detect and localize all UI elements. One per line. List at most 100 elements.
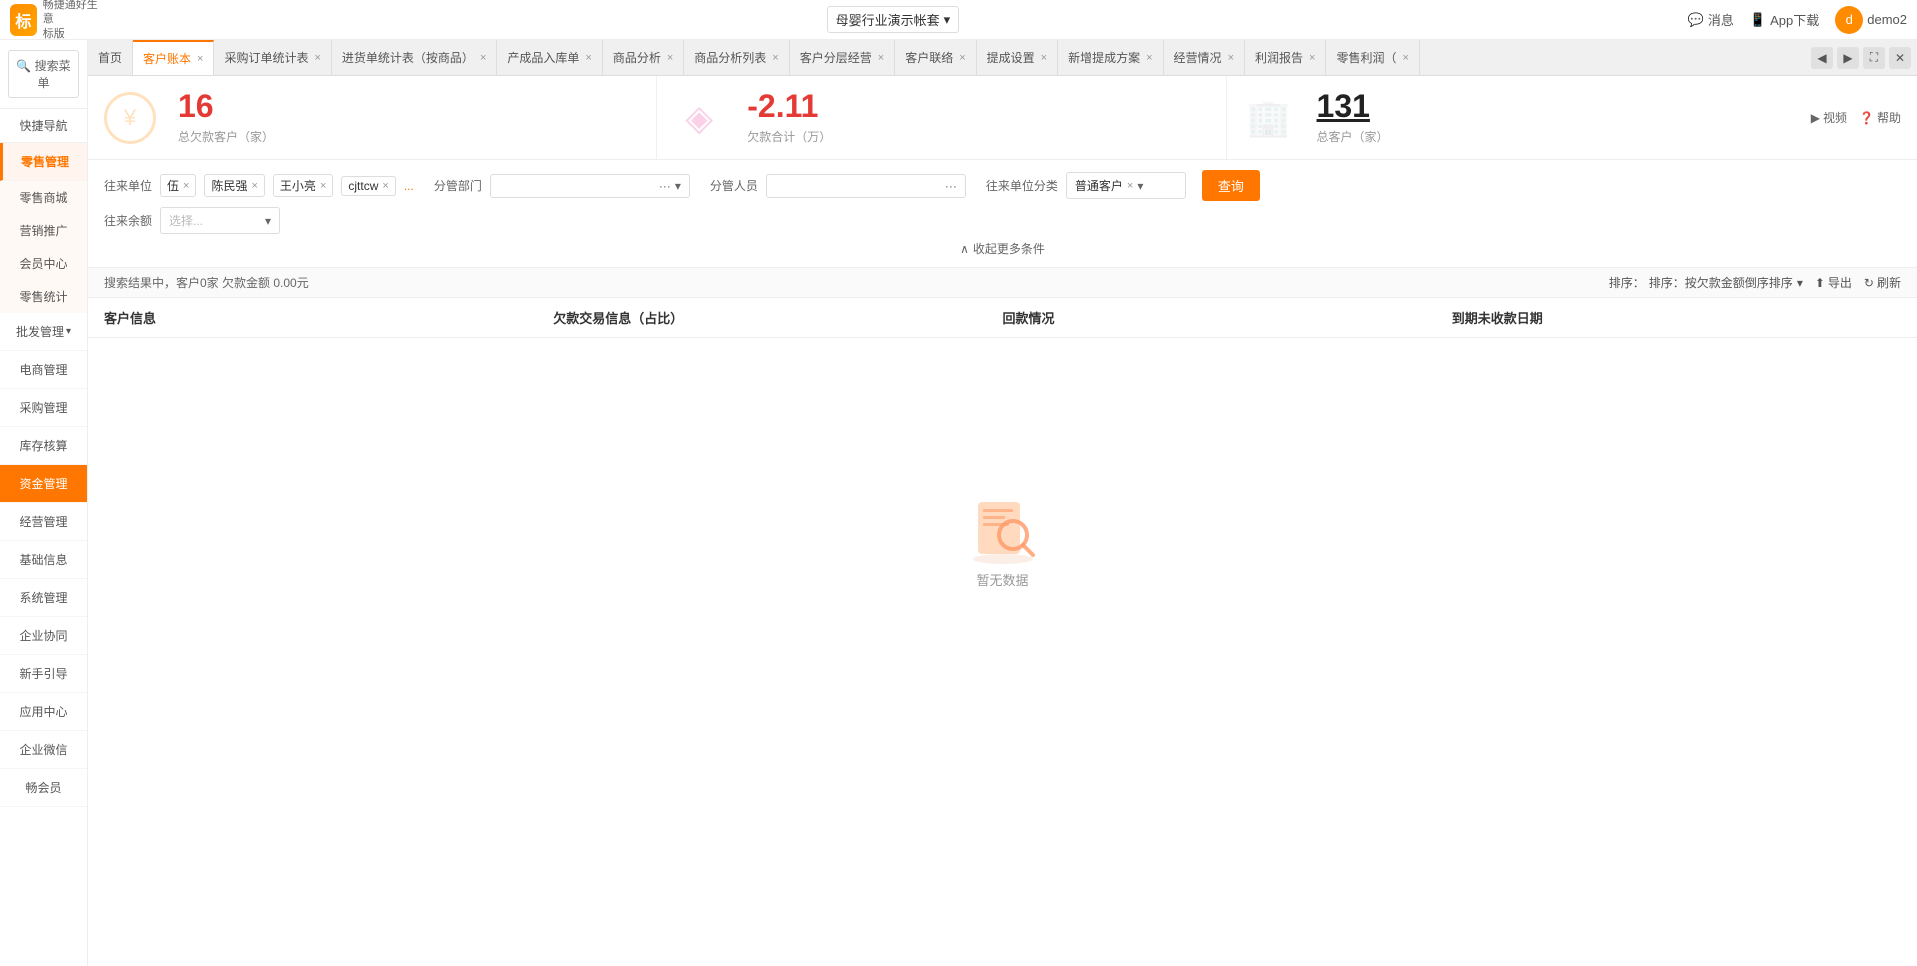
credit-filter-label: 往来余额 [104,212,152,229]
sidebar-item-ecommerce[interactable]: 电商管理 [0,351,87,389]
tab-close-product-analysis[interactable]: × [667,52,673,64]
main-layout: 🔍 搜索菜单 快捷导航 零售管理 零售商城 营销推广 会员中心 零售 [0,40,1917,966]
tab-next-btn[interactable]: ▶ [1837,47,1859,69]
tab-purchase-orders[interactable]: 采购订单统计表 × [214,40,331,75]
stat-icon-debt: ◈ [673,92,725,144]
tab-close-customer-contact[interactable]: × [959,52,965,64]
sidebar-item-retail-mgmt[interactable]: 零售管理 [0,143,87,181]
search-icon: 🔍 [16,59,34,73]
user-avatar-area[interactable]: d demo2 [1835,6,1907,34]
tag-close-2[interactable]: × [251,180,257,192]
collapse-btn[interactable]: ∧ 收起更多条件 [104,240,1901,257]
tab-new-improve[interactable]: 新增提成方案 × [1058,40,1163,75]
sidebar-item-basic-info[interactable]: 基础信息 [0,541,87,579]
stat-block-total: 🏢 131 总客户（家） [1227,76,1795,159]
sidebar-item-inventory[interactable]: 库存核算 [0,427,87,465]
unit-type-tag-close[interactable]: × [1127,180,1133,192]
tab-customer-segment[interactable]: 客户分层经营 × [790,40,895,75]
tab-close-product-analysis-list[interactable]: × [772,52,778,64]
export-btn[interactable]: ⬆ 导出 [1815,274,1852,291]
sort-select[interactable]: 排序： 排序：按欠款金额倒序排序 ▾ [1609,274,1803,291]
filter-more-tags-btn[interactable]: ... [404,179,414,193]
table-body: 暂无数据 [88,338,1917,738]
tabs-bar: 首页 客户账本 × 采购订单统计表 × 进货单统计表（按商品） × 产成品入库单… [88,40,1917,76]
logo-text: 畅捷通好生意 标版 [43,0,98,41]
video-btn[interactable]: ▶ 视频 [1811,109,1847,126]
sidebar-item-corp-wechat[interactable]: 企业微信 [0,731,87,769]
tab-customers[interactable]: 客户账本 × [133,40,214,75]
tab-close-new-improve[interactable]: × [1146,52,1152,64]
table-col-customer: 客户信息 [104,308,553,327]
sidebar-item-sys-mgmt[interactable]: 系统管理 [0,579,87,617]
credit-filter-select[interactable]: 选择... ▾ [160,207,280,234]
message-btn[interactable]: 💬 消息 [1688,10,1734,29]
tab-close-purchase-orders[interactable]: × [314,52,320,64]
sidebar-item-purchase[interactable]: 采购管理 [0,389,87,427]
tag-close-4[interactable]: × [382,180,388,192]
tab-inbound[interactable]: 产成品入库单 × [497,40,602,75]
table-col-repayment: 回款情况 [1003,308,1452,327]
chevron-down-icon: ▾ [1797,276,1803,290]
sidebar-item-app-center[interactable]: 应用中心 [0,693,87,731]
help-btn[interactable]: ❓ 帮助 [1859,109,1901,126]
search-menu-btn[interactable]: 🔍 搜索菜单 [8,50,79,98]
tab-stock-stats[interactable]: 进货单统计表（按商品） × [332,40,497,75]
sidebar-item-batch-mgmt[interactable]: 批发管理 ▾ [0,313,87,351]
query-btn[interactable]: 查询 [1202,170,1260,201]
table-header: 客户信息 欠款交易信息（占比） 回款情况 到期未收款日期 [88,298,1917,338]
unit-type-filter-select[interactable]: 普通客户 × ▾ [1066,172,1186,199]
stat-icon-total: 🏢 [1243,92,1295,144]
tab-close-retail-profit[interactable]: × [1402,52,1408,64]
tab-home[interactable]: 首页 [88,40,133,75]
app-download-btn[interactable]: 📱 App下载 [1750,10,1819,29]
tag-close-1[interactable]: × [183,180,189,192]
person-filter-label: 分管人员 [710,177,758,194]
tab-close-customers[interactable]: × [197,53,203,65]
tab-close-stock-stats[interactable]: × [480,52,486,64]
filter-tag-2: 陈民强 × [204,174,264,197]
chevron-down-icon: ▾ [1137,179,1143,193]
filter-row-2: 往来余额 选择... ▾ [104,207,1901,234]
tab-customer-contact[interactable]: 客户联络 × [895,40,976,75]
tab-close-improve-settings[interactable]: × [1041,52,1047,64]
stat-debt-content: -2.11 欠款合计（万） [747,90,831,145]
tab-close-customer-segment[interactable]: × [878,52,884,64]
tab-close-inbound[interactable]: × [585,52,591,64]
stat-debt-number: -2.11 [747,90,831,122]
tag-close-3[interactable]: × [320,180,326,192]
tab-close-all-btn[interactable]: ✕ [1889,47,1911,69]
sidebar-item-ops[interactable]: 经营管理 [0,503,87,541]
filter-row-1: 往来单位 伍 × 陈民强 × 王小亮 × cjttcw [104,170,1901,201]
tab-retail-profit[interactable]: 零售利润（ × [1326,40,1419,75]
tab-improve-settings[interactable]: 提成设置 × [977,40,1058,75]
tab-close-profit-report[interactable]: × [1309,52,1315,64]
quick-nav-btn[interactable]: 快捷导航 [0,109,87,143]
account-selector[interactable]: 母婴行业演示帐套 ▾ [827,6,960,33]
sidebar-item-new-guide[interactable]: 新手引导 [0,655,87,693]
tab-product-analysis-list[interactable]: 商品分析列表 × [684,40,789,75]
tab-product-analysis[interactable]: 商品分析 × [603,40,684,75]
data-table: 客户信息 欠款交易信息（占比） 回款情况 到期未收款日期 [88,298,1917,966]
sidebar-sub-item-marketing[interactable]: 营销推广 [0,214,87,247]
tab-profit-report[interactable]: 利润报告 × [1245,40,1326,75]
dept-filter-select[interactable]: ··· ▾ [490,174,690,198]
sidebar-item-vip-member[interactable]: 畅会员 [0,769,87,807]
tab-close-operations[interactable]: × [1228,52,1234,64]
sidebar: 🔍 搜索菜单 快捷导航 零售管理 零售商城 营销推广 会员中心 零售 [0,40,88,966]
tab-prev-btn[interactable]: ◀ [1811,47,1833,69]
refresh-btn[interactable]: ↻ 刷新 [1864,274,1901,291]
tab-controls: ◀ ▶ ⛶ ✕ [1805,47,1917,69]
sidebar-sub-item-member-center[interactable]: 会员中心 [0,247,87,280]
top-header: 标 畅捷通好生意 标版 母婴行业演示帐套 ▾ 💬 消息 📱 App下载 d de… [0,0,1917,40]
tab-expand-btn[interactable]: ⛶ [1863,47,1885,69]
sidebar-sub-item-retail-stats[interactable]: 零售统计 [0,280,87,313]
export-icon: ⬆ [1815,276,1825,290]
question-icon: ❓ [1859,111,1874,125]
logo-char: 标 [15,8,31,32]
tab-operations[interactable]: 经营情况 × [1164,40,1245,75]
sidebar-sub-item-retail-mall[interactable]: 零售商城 [0,181,87,214]
filter-area: 往来单位 伍 × 陈民强 × 王小亮 × cjttcw [88,160,1917,268]
person-filter-select[interactable]: ··· [766,174,966,198]
sidebar-item-capital[interactable]: 资金管理 [0,465,87,503]
sidebar-item-corp-collab[interactable]: 企业协同 [0,617,87,655]
